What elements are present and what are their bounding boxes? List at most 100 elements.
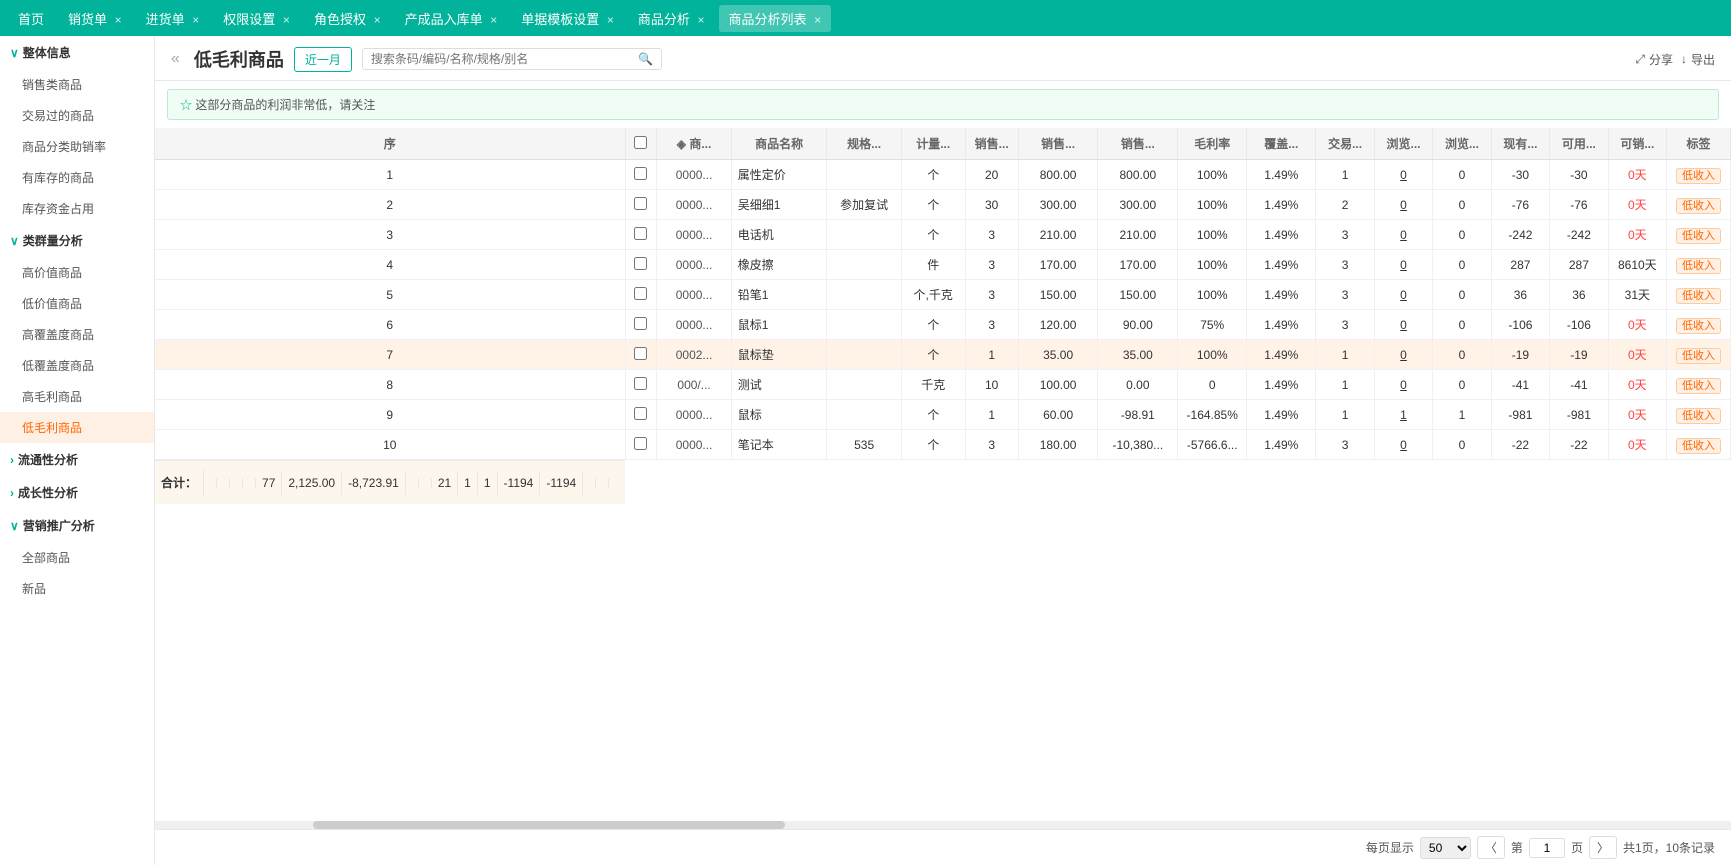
cell-stock: -981 (1491, 400, 1549, 430)
sidebar-item-high-coverage[interactable]: 高覆盖度商品 (0, 319, 154, 350)
search-input[interactable] (371, 52, 638, 66)
cell-cover-rate: 1.49% (1247, 220, 1316, 250)
next-page-button[interactable]: 〉 (1589, 836, 1617, 859)
cell-stock: 287 (1491, 250, 1549, 280)
sidebar-item-low-value[interactable]: 低价值商品 (0, 288, 154, 319)
cell-view1[interactable]: 1 (1374, 400, 1432, 430)
tag-badge: 低收入 (1676, 378, 1721, 394)
cell-view1[interactable]: 0 (1374, 370, 1432, 400)
notice-text: 这部分商品的利润非常低，请关注 (195, 98, 375, 112)
cell-view1[interactable]: 0 (1374, 160, 1432, 190)
nav-analysis-list[interactable]: 商品分析列表 × (719, 5, 832, 32)
cell-check[interactable] (625, 280, 657, 310)
sidebar-item-new-goods[interactable]: 新品 (0, 573, 154, 604)
tag-badge: 低收入 (1676, 258, 1721, 274)
cell-sale-qty: 3 (965, 310, 1018, 340)
cell-gross-rate: -164.85% (1178, 400, 1247, 430)
sidebar-item-low-coverage[interactable]: 低覆盖度商品 (0, 350, 154, 381)
row-checkbox[interactable] (634, 317, 647, 330)
row-checkbox[interactable] (634, 257, 647, 270)
page-size-select[interactable]: 50 20 100 (1420, 837, 1471, 859)
sidebar-item-high-value[interactable]: 高价值商品 (0, 257, 154, 288)
row-checkbox[interactable] (634, 167, 647, 180)
cell-name: 鼠标1 (731, 310, 827, 340)
cell-cover-rate: 1.49% (1247, 190, 1316, 220)
nav-roles[interactable]: 角色授权 × (304, 5, 391, 32)
select-all-checkbox[interactable] (634, 136, 647, 149)
sidebar-group-marketing[interactable]: ∨ 营销推广分析 (0, 509, 154, 542)
cell-view1[interactable]: 0 (1374, 190, 1432, 220)
prev-page-button[interactable]: 〈 (1477, 836, 1505, 859)
cell-view1[interactable]: 0 (1374, 250, 1432, 280)
page-size-label: 每页显示 (1366, 839, 1414, 856)
cell-name: 鼠标垫 (731, 340, 827, 370)
nav-home[interactable]: 首页 (8, 5, 54, 32)
cell-num: 4 (155, 250, 625, 280)
arrow-icon-marketing: ∨ (10, 519, 19, 533)
cell-sale-days: 31天 (1608, 280, 1666, 310)
sidebar-group-cluster[interactable]: ∨ 类群量分析 (0, 224, 154, 257)
row-checkbox[interactable] (634, 227, 647, 240)
table-container[interactable]: 序 ◈ 商... 商品名称 规格... 计量... 销售... 销售... 销售… (155, 128, 1731, 821)
sidebar-item-all-goods[interactable]: 全部商品 (0, 542, 154, 573)
row-checkbox[interactable] (634, 437, 647, 450)
collapse-sidebar-icon[interactable]: « (171, 50, 180, 68)
cell-sale-qty: 3 (965, 280, 1018, 310)
sidebar-group-growth[interactable]: › 成长性分析 (0, 476, 154, 509)
cell-view1[interactable]: 0 (1374, 310, 1432, 340)
col-header-check[interactable] (625, 128, 657, 160)
cell-name: 测试 (731, 370, 827, 400)
cell-sale-qty: 1 (965, 400, 1018, 430)
nav-template[interactable]: 单据模板设置 × (511, 5, 624, 32)
nav-products-in[interactable]: 产成品入库单 × (395, 5, 508, 32)
row-checkbox[interactable] (634, 287, 647, 300)
cell-spec (827, 340, 901, 370)
cell-check[interactable] (625, 190, 657, 220)
cell-sale-qty: 3 (965, 220, 1018, 250)
cell-check[interactable] (625, 340, 657, 370)
cell-view1[interactable]: 0 (1374, 430, 1432, 460)
scroll-thumb[interactable] (313, 821, 786, 829)
cell-check[interactable] (625, 370, 657, 400)
nav-analysis[interactable]: 商品分析 × (628, 5, 715, 32)
sidebar-item-in-stock[interactable]: 有库存的商品 (0, 162, 154, 193)
cell-check[interactable] (625, 160, 657, 190)
footer-stock: -1194 (498, 471, 541, 495)
sidebar-item-low-margin[interactable]: 低毛利商品 (0, 412, 154, 443)
cell-sale-price: 300.00 (1018, 190, 1098, 220)
cell-code: 000/... (657, 370, 731, 400)
page-number-input[interactable] (1529, 838, 1565, 858)
search-icon[interactable]: 🔍 (638, 52, 653, 66)
row-checkbox[interactable] (634, 197, 647, 210)
filter-recent-month[interactable]: 近一月 (294, 47, 352, 72)
cell-view1[interactable]: 0 (1374, 220, 1432, 250)
sidebar-group-overview[interactable]: ∨ 整体信息 (0, 36, 154, 69)
cell-view1[interactable]: 0 (1374, 340, 1432, 370)
sidebar-item-high-margin[interactable]: 高毛利商品 (0, 381, 154, 412)
cell-check[interactable] (625, 310, 657, 340)
export-button[interactable]: ↓ 导出 (1681, 51, 1715, 68)
nav-permissions[interactable]: 权限设置 × (213, 5, 300, 32)
row-checkbox[interactable] (634, 407, 647, 420)
tag-badge: 低收入 (1676, 408, 1721, 424)
arrow-icon-growth: › (10, 486, 14, 500)
row-checkbox[interactable] (634, 347, 647, 360)
cell-check[interactable] (625, 250, 657, 280)
sidebar-item-capital[interactable]: 库存资金占用 (0, 193, 154, 224)
nav-purchase[interactable]: 进货单 × (136, 5, 210, 32)
col-header-spec: 规格... (827, 128, 901, 160)
sidebar-group-liquidity[interactable]: › 流通性分析 (0, 443, 154, 476)
cell-view1[interactable]: 0 (1374, 280, 1432, 310)
sidebar-item-category-rate[interactable]: 商品分类助销率 (0, 131, 154, 162)
sidebar-item-traded-goods[interactable]: 交易过的商品 (0, 100, 154, 131)
nav-sales[interactable]: 销货单 × (58, 5, 132, 32)
cell-check[interactable] (625, 220, 657, 250)
cell-check[interactable] (625, 430, 657, 460)
sidebar-item-sales-goods[interactable]: 销售类商品 (0, 69, 154, 100)
cell-view2: 0 (1433, 160, 1491, 190)
horizontal-scrollbar[interactable] (155, 821, 1731, 829)
cell-tx: 3 (1316, 250, 1374, 280)
share-button[interactable]: ⤢ 分享 (1635, 51, 1673, 68)
cell-check[interactable] (625, 400, 657, 430)
row-checkbox[interactable] (634, 377, 647, 390)
